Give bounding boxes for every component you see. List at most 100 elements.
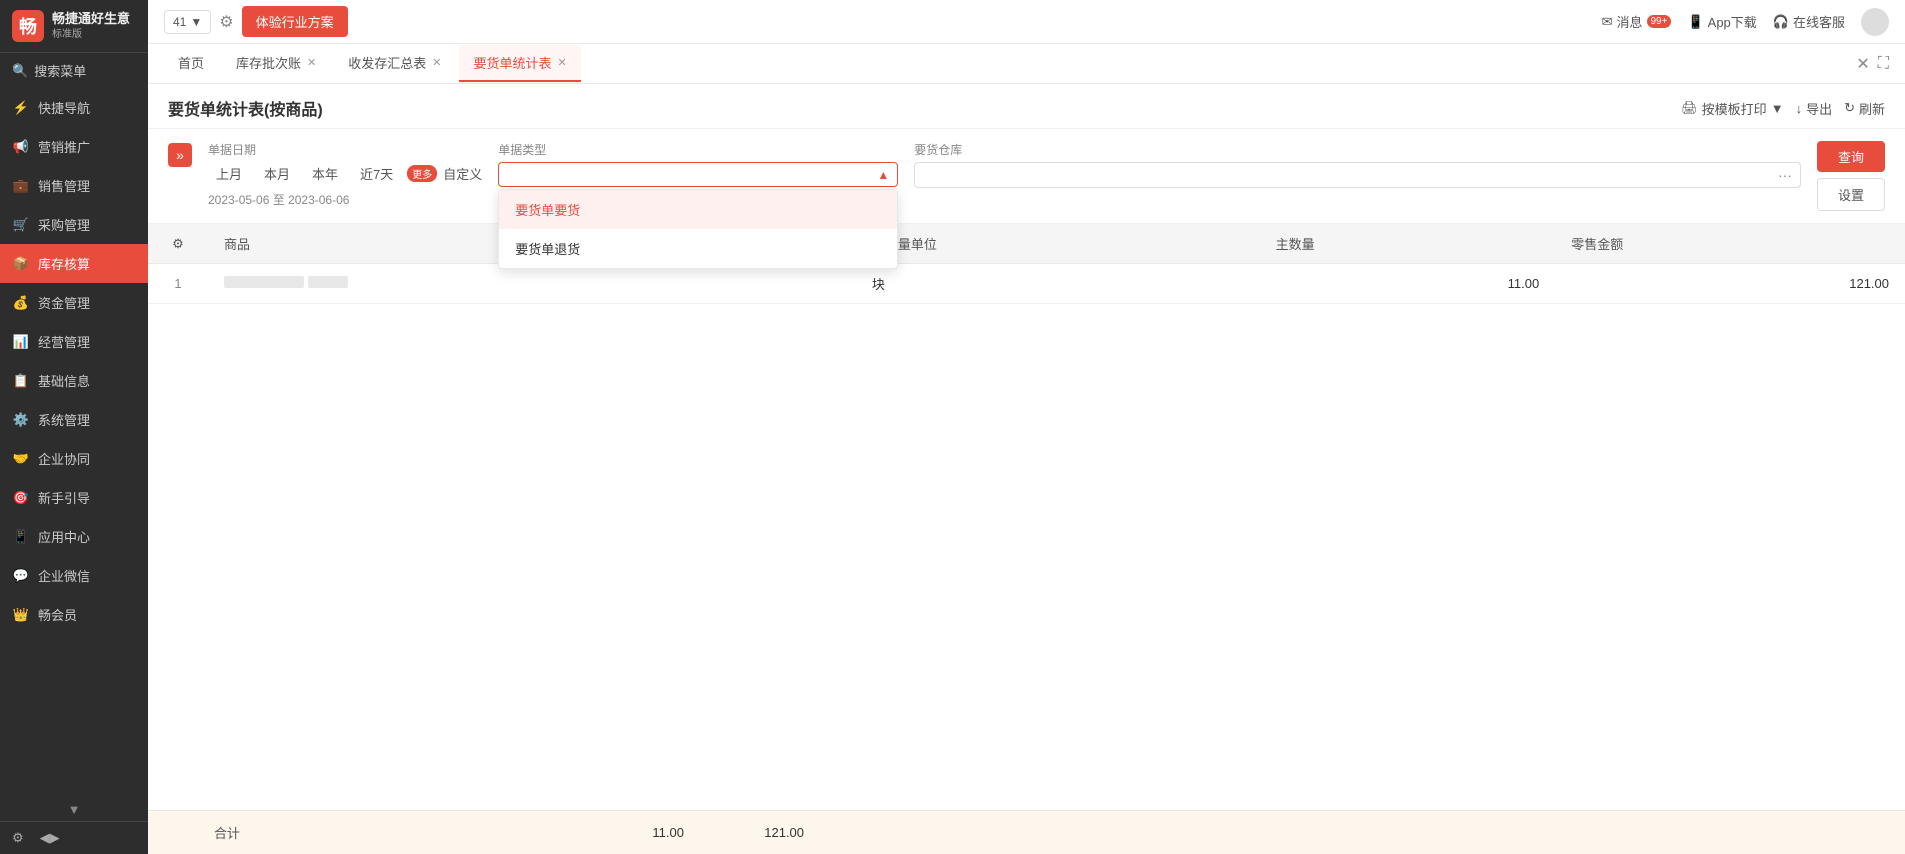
- sidebar-search[interactable]: 🔍 搜索菜单: [0, 53, 148, 88]
- sidebar-item-inventory[interactable]: 📦 库存核算: [0, 244, 148, 283]
- tab-collect-summary[interactable]: 收发存汇总表✕: [334, 45, 455, 82]
- nav-icon-finance: 💰: [12, 294, 30, 312]
- col-settings[interactable]: ⚙: [148, 224, 208, 264]
- tab-close-collect-summary[interactable]: ✕: [432, 56, 441, 69]
- date-opt-this-year[interactable]: 本年: [304, 162, 346, 185]
- nav-label-basic: 基础信息: [38, 371, 90, 390]
- nav-icon-basic: 📋: [12, 372, 30, 390]
- nav-icon-marketing: 📢: [12, 138, 30, 156]
- table-footer: 合计 11.00 121.00: [148, 810, 1905, 854]
- app-download-item[interactable]: 📱 App下载: [1687, 12, 1756, 31]
- date-filter-group: 单据日期 上月 本月 本年 近7天 更多 自定义 2023-05-06 至 20…: [208, 141, 482, 208]
- sidebar-logo: 畅 畅捷通好生意 标准版: [0, 0, 148, 53]
- date-opt-7days[interactable]: 近7天: [352, 162, 401, 185]
- company-selector[interactable]: 41 ▼: [164, 10, 211, 34]
- tab-close-order-stats[interactable]: ✕: [558, 56, 567, 69]
- row-index: 1: [148, 264, 208, 304]
- query-button[interactable]: 查询: [1817, 141, 1885, 172]
- sidebar-item-sales[interactable]: 💼 销售管理: [0, 166, 148, 205]
- col-qty: 主数量: [1260, 224, 1556, 264]
- tabs-close-all-icon[interactable]: ✕: [1856, 54, 1869, 74]
- sidebar: 畅 畅捷通好生意 标准版 🔍 搜索菜单 ⚡ 快捷导航📢 营销推广💼 销售管理🛒 …: [0, 0, 148, 854]
- collapse-icon[interactable]: ◀▶: [40, 830, 60, 846]
- type-filter-arrow[interactable]: ▲: [877, 168, 889, 182]
- print-button[interactable]: 🖨 按模板打印 ▼: [1681, 99, 1783, 118]
- nav-label-quick-nav: 快捷导航: [38, 98, 90, 117]
- service-icon: 🎧: [1773, 14, 1789, 30]
- sidebar-item-purchase[interactable]: 🛒 采购管理: [0, 205, 148, 244]
- sidebar-item-guide[interactable]: 🎯 新手引导: [0, 478, 148, 517]
- warehouse-more-icon[interactable]: ···: [1778, 167, 1792, 183]
- tab-label-home: 首页: [178, 53, 204, 72]
- type-filter-input-row[interactable]: ▲: [498, 162, 898, 187]
- nav-label-operation: 经营管理: [38, 332, 90, 351]
- row-unit: 块: [856, 264, 1260, 304]
- print-label: 按模板打印: [1702, 99, 1767, 118]
- tabs-actions: ✕ ⛶: [1856, 54, 1889, 74]
- date-opt-last-month[interactable]: 上月: [208, 162, 250, 185]
- message-badge: 99+: [1647, 15, 1672, 28]
- message-nav-item[interactable]: ✉ 消息 99+: [1602, 12, 1672, 31]
- nav-label-finance: 资金管理: [38, 293, 90, 312]
- date-custom-opt[interactable]: 自定义: [443, 164, 482, 183]
- tab-close-batch-invoice[interactable]: ✕: [307, 56, 316, 69]
- service-item[interactable]: 🎧 在线客服: [1773, 12, 1845, 31]
- sidebar-item-marketing[interactable]: 📢 营销推广: [0, 127, 148, 166]
- tab-home[interactable]: 首页: [164, 45, 218, 82]
- sidebar-item-basic[interactable]: 📋 基础信息: [0, 361, 148, 400]
- sidebar-item-enterprise[interactable]: 🤝 企业协同: [0, 439, 148, 478]
- type-filter-input[interactable]: [507, 167, 877, 182]
- print-icon: 🖨: [1681, 100, 1698, 116]
- message-label: 消息: [1616, 12, 1642, 31]
- header-left: 41 ▼ ⚙ 体验行业方案: [164, 6, 1590, 37]
- tab-order-stats[interactable]: 要货单统计表✕: [459, 45, 580, 82]
- date-filter-label: 单据日期: [208, 141, 482, 158]
- table-body: 1 块 11.00 121.00: [148, 264, 1905, 304]
- app-icon: 📱: [1687, 14, 1703, 30]
- warehouse-filter-input-row[interactable]: ···: [914, 162, 1801, 188]
- date-opt-this-month[interactable]: 本月: [256, 162, 298, 185]
- dropdown-item-order[interactable]: 要货单要货: [499, 190, 897, 229]
- nav-icon-sales: 💼: [12, 177, 30, 195]
- page-header: 要货单统计表(按商品) 🖨 按模板打印 ▼ ↓ 导出 ↻ 刷新: [148, 84, 1905, 129]
- dropdown-item-return[interactable]: 要货单退货: [499, 229, 897, 268]
- nav-icon-weixin: 💬: [12, 567, 30, 585]
- warehouse-filter-input[interactable]: [923, 168, 1778, 183]
- sidebar-item-operation[interactable]: 📊 经营管理: [0, 322, 148, 361]
- nav-label-purchase: 采购管理: [38, 215, 90, 234]
- nav-icon-appstore: 📱: [12, 528, 30, 546]
- nav-icon-quick-nav: ⚡: [12, 99, 30, 117]
- sidebar-item-member[interactable]: 👑 畅会员: [0, 595, 148, 634]
- footer-amount: 121.00: [684, 825, 804, 840]
- user-avatar[interactable]: [1861, 8, 1889, 36]
- filter-settings-button[interactable]: 设置: [1817, 178, 1885, 211]
- nav-label-enterprise: 企业协同: [38, 449, 90, 468]
- date-options: 上月 本月 本年 近7天 更多 自定义: [208, 162, 482, 185]
- export-button[interactable]: ↓ 导出: [1796, 99, 1833, 118]
- settings-gear-icon[interactable]: ⚙: [219, 12, 233, 32]
- sidebar-item-finance[interactable]: 💰 资金管理: [0, 283, 148, 322]
- try-industry-button[interactable]: 体验行业方案: [242, 6, 348, 37]
- header-right: ✉ 消息 99+ 📱 App下载 🎧 在线客服: [1602, 8, 1889, 36]
- sidebar-item-weixin[interactable]: 💬 企业微信: [0, 556, 148, 595]
- date-more-badge[interactable]: 更多: [407, 165, 437, 182]
- page-actions: 🖨 按模板打印 ▼ ↓ 导出 ↻ 刷新: [1681, 99, 1885, 118]
- sidebar-item-system[interactable]: ⚙️ 系统管理: [0, 400, 148, 439]
- sidebar-scroll-down[interactable]: ▼: [0, 798, 148, 821]
- refresh-button[interactable]: ↻ 刷新: [1844, 99, 1885, 118]
- tab-label-batch-invoice: 库存批次账: [236, 53, 301, 72]
- filter-expand-button[interactable]: »: [168, 143, 192, 167]
- settings-icon[interactable]: ⚙: [12, 830, 24, 846]
- tabs-expand-icon[interactable]: ⛶: [1878, 55, 1889, 73]
- table-area: ⚙ 商品 主计量单位 主数量 零售金额 1 块 11.00 121.00: [148, 224, 1905, 810]
- page-content: 要货单统计表(按商品) 🖨 按模板打印 ▼ ↓ 导出 ↻ 刷新 »: [148, 84, 1905, 854]
- warehouse-filter-label: 要货仓库: [914, 141, 1801, 158]
- export-label: 导出: [1806, 99, 1832, 118]
- warehouse-filter-group: 要货仓库 ···: [914, 141, 1801, 188]
- sidebar-item-appstore[interactable]: 📱 应用中心: [0, 517, 148, 556]
- filter-actions: 查询 设置: [1817, 141, 1885, 211]
- tab-batch-invoice[interactable]: 库存批次账 ✕: [222, 45, 330, 82]
- row-goods: [208, 264, 856, 304]
- sidebar-item-quick-nav[interactable]: ⚡ 快捷导航: [0, 88, 148, 127]
- type-filter-label: 单据类型: [498, 141, 898, 158]
